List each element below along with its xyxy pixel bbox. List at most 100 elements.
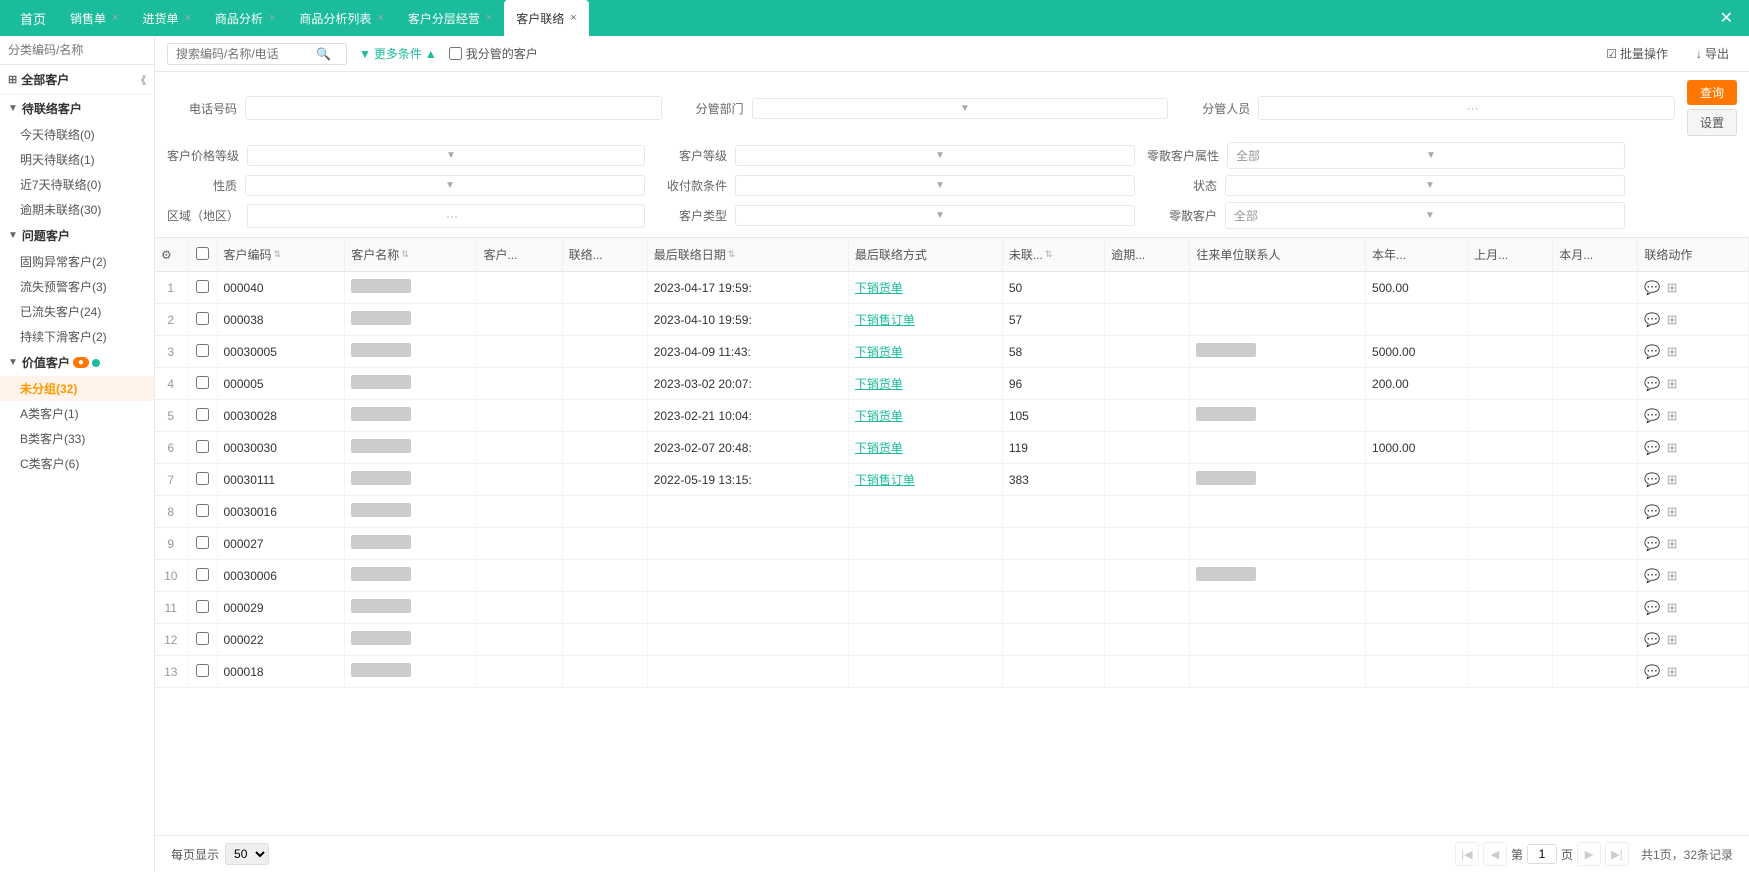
row-checkbox[interactable] bbox=[196, 280, 209, 293]
col-last-contact-way[interactable]: 最后联络方式 bbox=[848, 238, 1002, 272]
retail-customer-select[interactable]: 全部 ▼ bbox=[1225, 202, 1625, 229]
row-checkbox-cell[interactable] bbox=[187, 464, 217, 496]
contact-way-cell[interactable]: 下销货单 bbox=[848, 432, 1002, 464]
sidebar-group-pending[interactable]: ▼ 待联络客户 bbox=[0, 95, 154, 122]
grid-action-icon[interactable]: ⊞ bbox=[1667, 632, 1678, 648]
sidebar-item-b-class[interactable]: B类客户(33) bbox=[0, 426, 154, 451]
nav-tab-customer-contact[interactable]: 客户联络 × bbox=[504, 0, 588, 36]
col-category[interactable]: 客户... bbox=[477, 238, 562, 272]
close-icon[interactable]: × bbox=[570, 12, 576, 24]
row-checkbox[interactable] bbox=[196, 664, 209, 677]
row-checkbox[interactable] bbox=[196, 376, 209, 389]
grid-action-icon[interactable]: ⊞ bbox=[1667, 600, 1678, 616]
row-checkbox-cell[interactable] bbox=[187, 496, 217, 528]
window-close-button[interactable]: ✕ bbox=[1712, 8, 1741, 28]
retail-attr-select[interactable]: 全部 ▼ bbox=[1227, 142, 1625, 169]
message-action-icon[interactable]: 💬 bbox=[1644, 504, 1660, 520]
sidebar-search-input[interactable] bbox=[8, 43, 155, 57]
message-action-icon[interactable]: 💬 bbox=[1644, 600, 1660, 616]
message-action-icon[interactable]: 💬 bbox=[1644, 440, 1660, 456]
contact-way-cell[interactable]: 下销货单 bbox=[848, 272, 1002, 304]
contact-way-cell[interactable]: 下销货单 bbox=[848, 400, 1002, 432]
grid-action-icon[interactable]: ⊞ bbox=[1667, 472, 1678, 488]
next-page-button[interactable]: ▶ bbox=[1577, 842, 1601, 866]
sidebar-item-ungroup[interactable]: 未分组(32) bbox=[0, 376, 154, 401]
grid-action-icon[interactable]: ⊞ bbox=[1667, 344, 1678, 360]
reset-button[interactable]: 设置 bbox=[1687, 109, 1737, 136]
row-checkbox-cell[interactable] bbox=[187, 432, 217, 464]
message-action-icon[interactable]: 💬 bbox=[1644, 632, 1660, 648]
region-select[interactable]: ··· bbox=[247, 204, 645, 228]
first-page-button[interactable]: |◀ bbox=[1455, 842, 1479, 866]
grid-action-icon[interactable]: ⊞ bbox=[1667, 312, 1678, 328]
row-checkbox[interactable] bbox=[196, 408, 209, 421]
row-checkbox-cell[interactable] bbox=[187, 560, 217, 592]
message-action-icon[interactable]: 💬 bbox=[1644, 280, 1660, 296]
col-action[interactable]: 联络动作 bbox=[1638, 238, 1749, 272]
message-action-icon[interactable]: 💬 bbox=[1644, 344, 1660, 360]
grid-action-icon[interactable]: ⊞ bbox=[1667, 664, 1678, 680]
close-icon[interactable]: × bbox=[184, 12, 190, 24]
message-action-icon[interactable]: 💬 bbox=[1644, 408, 1660, 424]
grid-action-icon[interactable]: ⊞ bbox=[1667, 280, 1678, 296]
grid-action-icon[interactable]: ⊞ bbox=[1667, 408, 1678, 424]
sidebar-item-overdue[interactable]: 逾期未联络(30) bbox=[0, 197, 154, 222]
contact-way-cell[interactable]: 下销货单 bbox=[848, 336, 1002, 368]
nav-tab-purchase[interactable]: 进货单 × bbox=[130, 0, 202, 36]
nav-tab-analysis-list[interactable]: 商品分析列表 × bbox=[287, 0, 395, 36]
close-icon[interactable]: × bbox=[486, 12, 492, 24]
row-checkbox-cell[interactable] bbox=[187, 656, 217, 688]
close-icon[interactable]: × bbox=[112, 12, 118, 24]
status-select[interactable]: ▼ bbox=[1225, 175, 1625, 196]
col-checkbox[interactable] bbox=[187, 238, 217, 272]
col-code[interactable]: 客户编码⇅ bbox=[217, 238, 345, 272]
row-checkbox-cell[interactable] bbox=[187, 528, 217, 560]
contact-way-cell[interactable]: 下销售订单 bbox=[848, 464, 1002, 496]
grid-action-icon[interactable]: ⊞ bbox=[1667, 568, 1678, 584]
gender-select[interactable]: ▼ bbox=[245, 175, 645, 196]
row-checkbox-cell[interactable] bbox=[187, 368, 217, 400]
sidebar-item-c-class[interactable]: C类客户(6) bbox=[0, 451, 154, 476]
my-customers-checkbox[interactable] bbox=[449, 47, 462, 60]
row-checkbox-cell[interactable] bbox=[187, 624, 217, 656]
col-contact[interactable]: 联络... bbox=[562, 238, 647, 272]
row-checkbox[interactable] bbox=[196, 504, 209, 517]
row-checkbox[interactable] bbox=[196, 536, 209, 549]
message-action-icon[interactable]: 💬 bbox=[1644, 568, 1660, 584]
nav-tab-analysis[interactable]: 商品分析 × bbox=[203, 0, 287, 36]
row-checkbox[interactable] bbox=[196, 312, 209, 325]
col-unit-contact[interactable]: 往来单位联系人 bbox=[1190, 238, 1366, 272]
message-action-icon[interactable]: 💬 bbox=[1644, 376, 1660, 392]
col-uncontact[interactable]: 未联...⇅ bbox=[1002, 238, 1104, 272]
person-select[interactable]: ··· bbox=[1258, 96, 1675, 120]
row-checkbox[interactable] bbox=[196, 568, 209, 581]
dept-select[interactable]: ▼ bbox=[752, 98, 1169, 119]
settings-icon[interactable]: ⚙ bbox=[161, 248, 172, 262]
nav-home[interactable]: 首页 bbox=[8, 0, 58, 36]
nav-tab-sales[interactable]: 销售单 × bbox=[58, 0, 130, 36]
row-checkbox[interactable] bbox=[196, 472, 209, 485]
message-action-icon[interactable]: 💬 bbox=[1644, 472, 1660, 488]
sidebar-item-tomorrow[interactable]: 明天待联络(1) bbox=[0, 147, 154, 172]
phone-input[interactable] bbox=[245, 96, 662, 120]
sidebar-item-churn-warning[interactable]: 流失预警客户(3) bbox=[0, 274, 154, 299]
payment-select[interactable]: ▼ bbox=[735, 175, 1135, 196]
last-page-button[interactable]: ▶| bbox=[1605, 842, 1629, 866]
more-filter-button[interactable]: ▼ 更多条件 ▲ bbox=[359, 45, 437, 62]
batch-op-button[interactable]: ☑ 批量操作 bbox=[1598, 42, 1676, 65]
sidebar-item-today[interactable]: 今天待联络(0) bbox=[0, 122, 154, 147]
message-action-icon[interactable]: 💬 bbox=[1644, 536, 1660, 552]
row-checkbox[interactable] bbox=[196, 600, 209, 613]
select-all-checkbox[interactable] bbox=[196, 247, 209, 260]
col-overdue[interactable]: 逾期... bbox=[1105, 238, 1190, 272]
row-checkbox-cell[interactable] bbox=[187, 304, 217, 336]
row-checkbox[interactable] bbox=[196, 440, 209, 453]
grid-action-icon[interactable]: ⊞ bbox=[1667, 536, 1678, 552]
contact-way-cell[interactable]: 下销售订单 bbox=[848, 304, 1002, 336]
query-button[interactable]: 查询 bbox=[1687, 80, 1737, 105]
grid-action-icon[interactable]: ⊞ bbox=[1667, 504, 1678, 520]
col-last-month[interactable]: 上月... bbox=[1468, 238, 1553, 272]
contact-way-cell[interactable]: 下销货单 bbox=[848, 368, 1002, 400]
customer-type-select[interactable]: ▼ bbox=[735, 205, 1135, 226]
sidebar-group-value[interactable]: ▼ 价值客户 ● bbox=[0, 349, 154, 376]
